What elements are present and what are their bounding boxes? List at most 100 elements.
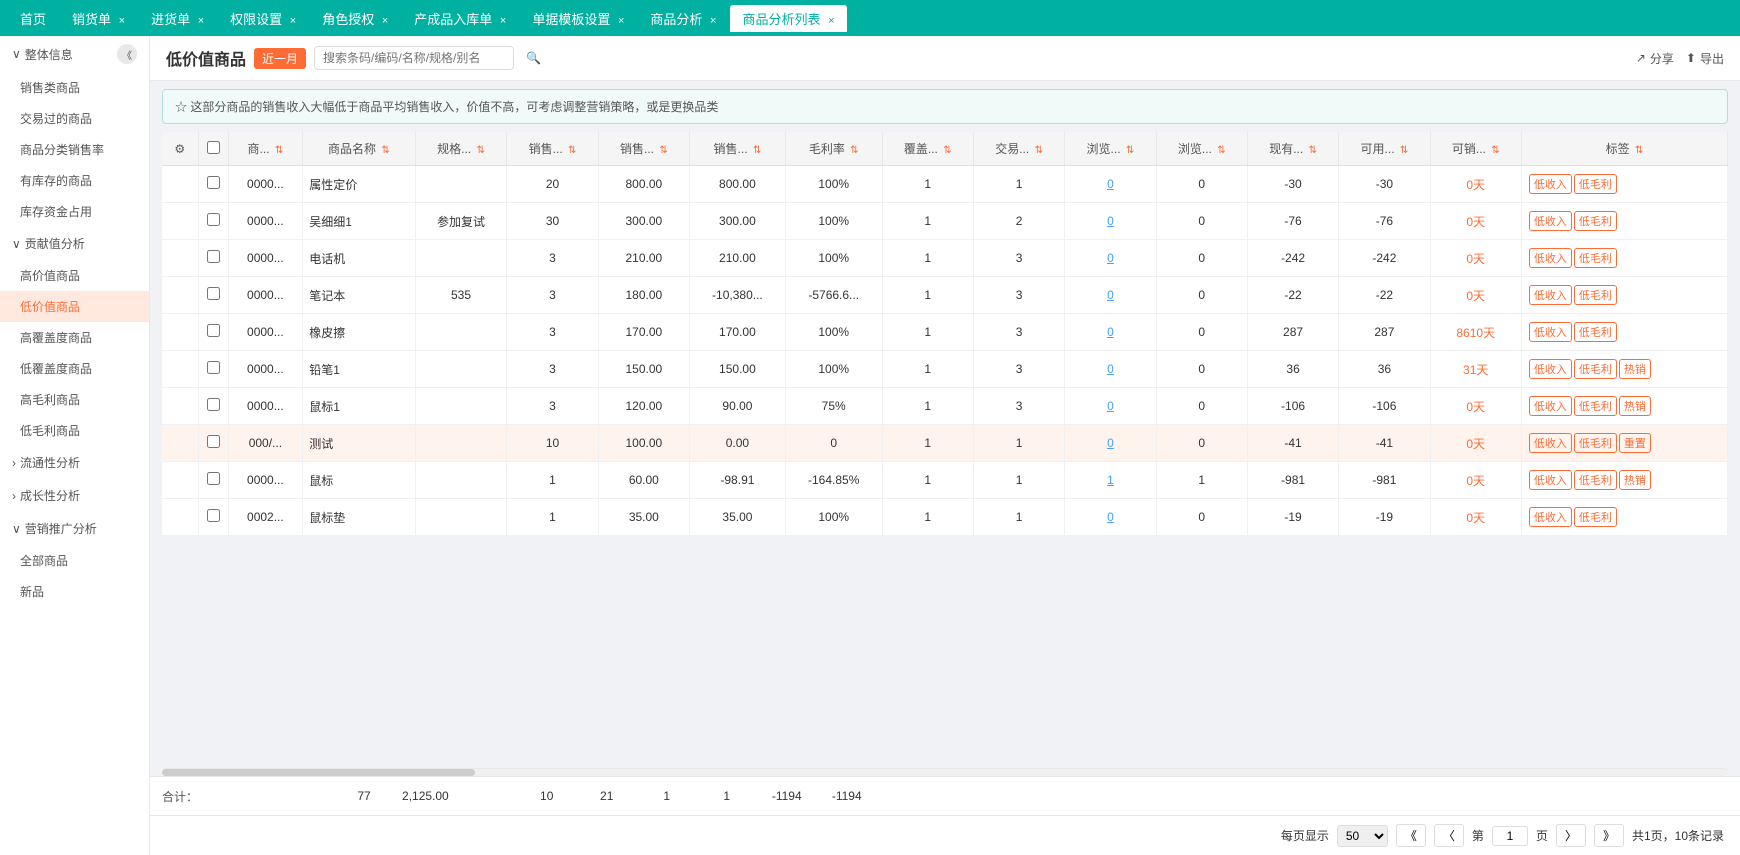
row-checkbox[interactable] bbox=[207, 324, 220, 337]
row-checkbox[interactable] bbox=[207, 509, 220, 522]
row-checkbox-cell[interactable] bbox=[198, 314, 228, 351]
sidebar-item-high-coverage[interactable]: 高覆盖度商品 bbox=[0, 322, 149, 353]
col-code[interactable]: 商... ⇅ bbox=[228, 132, 303, 166]
sidebar-section-marketing[interactable]: ∨ 营销推广分析 bbox=[0, 512, 149, 545]
row-checkbox-cell[interactable] bbox=[198, 499, 228, 536]
header-checkbox[interactable] bbox=[198, 132, 228, 166]
collapse-btn[interactable]: 《 bbox=[117, 44, 137, 64]
sidebar-section-contribution[interactable]: ∨ 贡献值分析 bbox=[0, 227, 149, 260]
next-page-btn[interactable]: 〉 bbox=[1556, 824, 1586, 847]
sidebar-section-liquidity[interactable]: › 流通性分析 bbox=[0, 446, 149, 479]
sidebar-item-sales-products[interactable]: 销售类商品 bbox=[0, 72, 149, 103]
sidebar-item-low-coverage[interactable]: 低覆盖度商品 bbox=[0, 353, 149, 384]
sidebar-section-growth[interactable]: › 成长性分析 bbox=[0, 479, 149, 512]
row-checkbox-cell[interactable] bbox=[198, 166, 228, 203]
view-link[interactable]: 0 bbox=[1107, 288, 1114, 302]
scrollbar-thumb[interactable] bbox=[162, 769, 475, 776]
close-icon[interactable]: × bbox=[290, 15, 296, 27]
sidebar-item-low-value[interactable]: 低价值商品 bbox=[0, 291, 149, 322]
row-checkbox-cell[interactable] bbox=[198, 388, 228, 425]
select-all-checkbox[interactable] bbox=[207, 141, 220, 154]
nav-home[interactable]: 首页 bbox=[8, 5, 58, 32]
view1-cell[interactable]: 0 bbox=[1065, 277, 1156, 314]
col-gross-margin[interactable]: 毛利率 ⇅ bbox=[785, 132, 882, 166]
close-icon[interactable]: × bbox=[710, 15, 716, 27]
share-btn[interactable]: ↗ 分享 bbox=[1636, 50, 1674, 67]
close-icon[interactable]: × bbox=[119, 15, 125, 27]
page-size-select[interactable]: 50 100 200 bbox=[1337, 825, 1388, 847]
view1-cell[interactable]: 1 bbox=[1065, 462, 1156, 499]
close-icon[interactable]: × bbox=[382, 15, 388, 27]
row-checkbox[interactable] bbox=[207, 435, 220, 448]
col-name[interactable]: 商品名称 ⇅ bbox=[303, 132, 415, 166]
sidebar-item-high-margin[interactable]: 高毛利商品 bbox=[0, 384, 149, 415]
nav-product-in[interactable]: 产成品入库单 × bbox=[402, 5, 518, 32]
row-checkbox[interactable] bbox=[207, 176, 220, 189]
view1-cell[interactable]: 0 bbox=[1065, 425, 1156, 462]
view-link[interactable]: 0 bbox=[1107, 399, 1114, 413]
row-checkbox[interactable] bbox=[207, 287, 220, 300]
horizontal-scrollbar[interactable] bbox=[162, 768, 1728, 776]
row-checkbox[interactable] bbox=[207, 472, 220, 485]
close-icon[interactable]: × bbox=[500, 15, 506, 27]
gear-icon[interactable]: ⚙ bbox=[162, 132, 198, 166]
row-checkbox[interactable] bbox=[207, 250, 220, 263]
prev-page-btn[interactable]: 〈 bbox=[1434, 824, 1464, 847]
view-link[interactable]: 0 bbox=[1107, 177, 1114, 191]
nav-template[interactable]: 单据模板设置 × bbox=[520, 5, 636, 32]
nav-permission[interactable]: 权限设置 × bbox=[218, 5, 308, 32]
view-link[interactable]: 0 bbox=[1107, 251, 1114, 265]
col-sales-price[interactable]: 销售... ⇅ bbox=[598, 132, 689, 166]
row-checkbox-cell[interactable] bbox=[198, 425, 228, 462]
row-checkbox-cell[interactable] bbox=[198, 462, 228, 499]
view-link[interactable]: 0 bbox=[1107, 325, 1114, 339]
nav-role[interactable]: 角色授权 × bbox=[310, 5, 400, 32]
nav-purchase[interactable]: 进货单 × bbox=[139, 5, 216, 32]
col-view1[interactable]: 浏览... ⇅ bbox=[1065, 132, 1156, 166]
row-checkbox-cell[interactable] bbox=[198, 277, 228, 314]
view-link[interactable]: 0 bbox=[1107, 436, 1114, 450]
row-checkbox-cell[interactable] bbox=[198, 351, 228, 388]
view-link[interactable]: 1 bbox=[1107, 473, 1114, 487]
col-coverage[interactable]: 覆盖... ⇅ bbox=[882, 132, 973, 166]
nav-sales[interactable]: 销货单 × bbox=[60, 5, 137, 32]
row-checkbox-cell[interactable] bbox=[198, 203, 228, 240]
col-sales-qty[interactable]: 销售... ⇅ bbox=[507, 132, 598, 166]
view1-cell[interactable]: 0 bbox=[1065, 240, 1156, 277]
export-btn[interactable]: ⬆ 导出 bbox=[1686, 50, 1724, 67]
time-filter-btn[interactable]: 近一月 bbox=[254, 48, 306, 69]
sidebar-section-overview[interactable]: ∨ 整体信息 《 bbox=[0, 36, 149, 72]
last-page-btn[interactable]: 》 bbox=[1594, 824, 1624, 847]
sidebar-item-high-value[interactable]: 高价值商品 bbox=[0, 260, 149, 291]
view1-cell[interactable]: 0 bbox=[1065, 314, 1156, 351]
sidebar-item-new-products[interactable]: 新品 bbox=[0, 576, 149, 607]
col-available[interactable]: 可用... ⇅ bbox=[1339, 132, 1430, 166]
view1-cell[interactable]: 0 bbox=[1065, 351, 1156, 388]
row-checkbox[interactable] bbox=[207, 398, 220, 411]
sidebar-item-stock-products[interactable]: 有库存的商品 bbox=[0, 165, 149, 196]
close-icon[interactable]: × bbox=[828, 15, 834, 27]
sidebar-item-stock-capital[interactable]: 库存资金占用 bbox=[0, 196, 149, 227]
sidebar-item-all-products[interactable]: 全部商品 bbox=[0, 545, 149, 576]
col-tags[interactable]: 标签 ⇅ bbox=[1521, 132, 1727, 166]
view-link[interactable]: 0 bbox=[1107, 362, 1114, 376]
col-transaction[interactable]: 交易... ⇅ bbox=[973, 132, 1064, 166]
row-checkbox-cell[interactable] bbox=[198, 240, 228, 277]
col-view2[interactable]: 浏览... ⇅ bbox=[1156, 132, 1247, 166]
view1-cell[interactable]: 0 bbox=[1065, 203, 1156, 240]
view-link[interactable]: 0 bbox=[1107, 214, 1114, 228]
sidebar-item-category-sales-rate[interactable]: 商品分类销售率 bbox=[0, 134, 149, 165]
nav-product-analysis[interactable]: 商品分析 × bbox=[638, 5, 728, 32]
row-checkbox[interactable] bbox=[207, 361, 220, 374]
search-input[interactable] bbox=[314, 46, 514, 70]
col-current-stock[interactable]: 现有... ⇅ bbox=[1247, 132, 1338, 166]
current-page-input[interactable] bbox=[1492, 826, 1528, 846]
search-icon[interactable]: 🔍 bbox=[526, 51, 541, 65]
first-page-btn[interactable]: 《 bbox=[1396, 824, 1426, 847]
col-sales-amount[interactable]: 销售... ⇅ bbox=[690, 132, 786, 166]
sidebar-item-traded-products[interactable]: 交易过的商品 bbox=[0, 103, 149, 134]
col-spec[interactable]: 规格... ⇅ bbox=[415, 132, 507, 166]
nav-product-analysis-list[interactable]: 商品分析列表 × bbox=[730, 5, 846, 32]
col-sellable[interactable]: 可销... ⇅ bbox=[1430, 132, 1521, 166]
close-icon[interactable]: × bbox=[618, 15, 624, 27]
